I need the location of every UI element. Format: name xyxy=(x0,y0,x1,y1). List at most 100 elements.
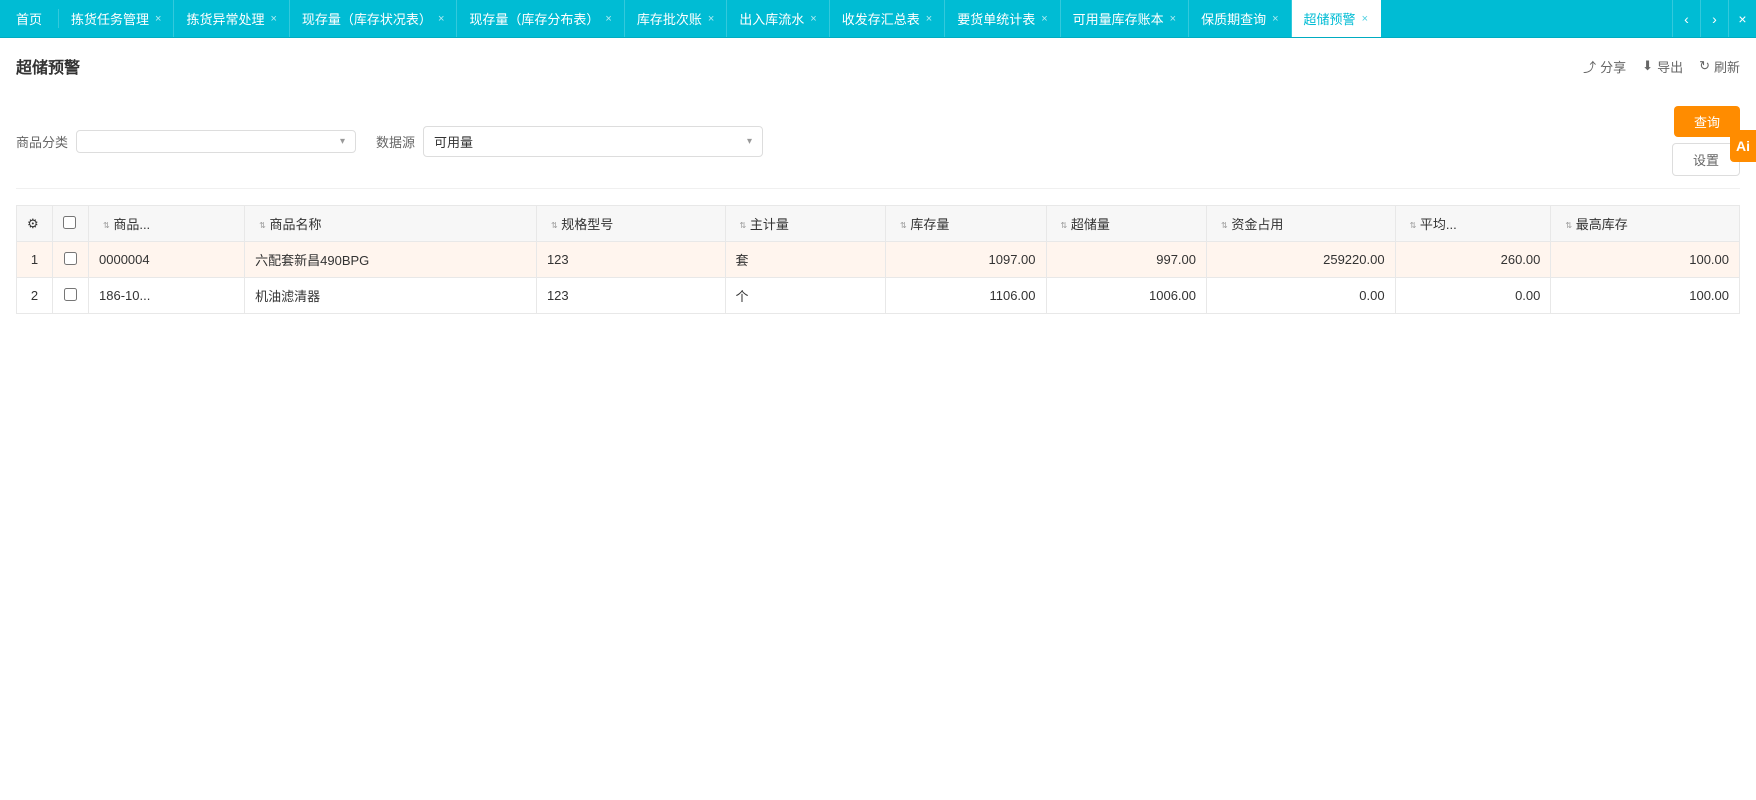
share-action[interactable]: ⤴ 分享 xyxy=(1583,57,1626,76)
tab-保质期查询[interactable]: 保质期查询 × xyxy=(1189,0,1291,38)
datasource-label: 数据源 xyxy=(376,132,415,151)
product-code-1: 0000004 xyxy=(89,242,245,278)
product-name-1: 六配套新昌490BPG xyxy=(245,242,537,278)
th-product-code[interactable]: ⇅ 商品... xyxy=(89,206,245,242)
datasource-filter-group: 数据源 可用量 ▾ xyxy=(376,126,763,157)
tab-可用量库存账本[interactable]: 可用量库存账本 × xyxy=(1061,0,1189,38)
th-product-name[interactable]: ⇅ 商品名称 xyxy=(245,206,537,242)
product-name-2: 机油滤清器 xyxy=(245,278,537,314)
th-max-stock[interactable]: ⇅ 最高库存 xyxy=(1551,206,1740,242)
close-tab-11[interactable]: × xyxy=(1362,13,1368,25)
gear-icon: ⚙ xyxy=(27,216,39,231)
tab-要货单统计表[interactable]: 要货单统计表 × xyxy=(945,0,1060,38)
capital-1: 259220.00 xyxy=(1207,242,1396,278)
th-unit[interactable]: ⇅ 主计量 xyxy=(725,206,886,242)
row-2-checkbox[interactable] xyxy=(64,288,77,301)
tab-收发存汇总表[interactable]: 收发存汇总表 × xyxy=(830,0,945,38)
row-1-checkbox[interactable] xyxy=(64,252,77,265)
max-stock-2: 100.00 xyxy=(1551,278,1740,314)
category-chevron-icon: ▾ xyxy=(340,136,345,147)
th-product-name-sort-icon: ⇅ xyxy=(259,222,266,230)
datasource-select[interactable]: 可用量 ▾ xyxy=(423,126,763,157)
table-row: 2 186-10... 机油滤清器 123 个 1106.00 1006.00 … xyxy=(17,278,1740,314)
row-num-1: 1 xyxy=(17,242,53,278)
th-avg[interactable]: ⇅ 平均... xyxy=(1395,206,1551,242)
export-icon: ⬇ xyxy=(1642,58,1653,74)
close-tab-8[interactable]: × xyxy=(1041,13,1047,25)
row-checkbox-2[interactable] xyxy=(53,278,89,314)
stock-1: 1097.00 xyxy=(886,242,1047,278)
row-num-2: 2 xyxy=(17,278,53,314)
spec-2: 123 xyxy=(536,278,725,314)
overstock-1: 997.00 xyxy=(1046,242,1207,278)
close-tab-7[interactable]: × xyxy=(926,13,932,25)
category-filter-group: 商品分类 ▾ xyxy=(16,130,356,153)
tab-现存量库存分布表[interactable]: 现存量（库存分布表） × xyxy=(457,0,624,38)
close-tab-6[interactable]: × xyxy=(810,13,816,25)
unit-1: 套 xyxy=(725,242,886,278)
avg-1: 260.00 xyxy=(1395,242,1551,278)
th-stock[interactable]: ⇅ 库存量 xyxy=(886,206,1047,242)
share-icon: ⤴ xyxy=(1583,57,1596,76)
th-spec[interactable]: ⇅ 规格型号 xyxy=(536,206,725,242)
refresh-action[interactable]: ↻ 刷新 xyxy=(1699,57,1740,76)
datasource-value: 可用量 xyxy=(434,132,473,151)
close-tab-3[interactable]: × xyxy=(438,13,444,25)
capital-2: 0.00 xyxy=(1207,278,1396,314)
header-actions: ⤴ 分享 ⬇ 导出 ↻ 刷新 xyxy=(1583,57,1740,76)
row-checkbox-1[interactable] xyxy=(53,242,89,278)
th-capital-sort-icon: ⇅ xyxy=(1221,222,1228,230)
nav-home[interactable]: 首页 xyxy=(0,9,59,28)
th-overstock[interactable]: ⇅ 超储量 xyxy=(1046,206,1207,242)
max-stock-1: 100.00 xyxy=(1551,242,1740,278)
tab-超储预警[interactable]: 超储预警 × xyxy=(1292,0,1381,38)
stock-2: 1106.00 xyxy=(886,278,1047,314)
th-spec-sort-icon: ⇅ xyxy=(551,222,558,230)
table-header: ⚙ ⇅ 商品... ⇅ 商品名称 ⇅ 规格型号 ⇅ xyxy=(17,206,1740,242)
top-nav: 首页 拣货任务管理 × 拣货异常处理 × 现存量（库存状况表） × 现存量（库存… xyxy=(0,0,1756,38)
th-max-stock-sort-icon: ⇅ xyxy=(1565,222,1572,230)
refresh-icon: ↻ xyxy=(1699,58,1710,74)
overstock-2: 1006.00 xyxy=(1046,278,1207,314)
ai-badge[interactable]: Ai xyxy=(1730,130,1756,162)
th-stock-sort-icon: ⇅ xyxy=(900,222,907,230)
close-tab-4[interactable]: × xyxy=(605,13,611,25)
nav-arrow-menu[interactable]: × xyxy=(1728,0,1756,38)
th-avg-sort-icon: ⇅ xyxy=(1410,222,1417,230)
close-tab-9[interactable]: × xyxy=(1170,13,1176,25)
filter-bar: 商品分类 ▾ 数据源 可用量 ▾ 查询 设置 xyxy=(16,94,1740,189)
page-header: 超储预警 ⤴ 分享 ⬇ 导出 ↻ 刷新 xyxy=(16,54,1740,78)
th-product-code-sort-icon: ⇅ xyxy=(103,222,110,230)
nav-arrows: ‹ › × xyxy=(1672,0,1756,38)
spec-1: 123 xyxy=(536,242,725,278)
tab-拣货异常处理[interactable]: 拣货异常处理 × xyxy=(174,0,289,38)
data-table: ⚙ ⇅ 商品... ⇅ 商品名称 ⇅ 规格型号 ⇅ xyxy=(16,205,1740,314)
th-unit-sort-icon: ⇅ xyxy=(740,222,747,230)
th-overstock-sort-icon: ⇅ xyxy=(1061,222,1068,230)
nav-arrow-right[interactable]: › xyxy=(1700,0,1728,38)
close-tab-1[interactable]: × xyxy=(155,13,161,25)
export-action[interactable]: ⬇ 导出 xyxy=(1642,57,1683,76)
table-body: 1 0000004 六配套新昌490BPG 123 套 1097.00 997.… xyxy=(17,242,1740,314)
select-all-checkbox[interactable] xyxy=(63,216,76,229)
unit-2: 个 xyxy=(725,278,886,314)
category-select[interactable]: ▾ xyxy=(76,130,356,153)
tab-库存批次账[interactable]: 库存批次账 × xyxy=(625,0,727,38)
page-title: 超储预警 xyxy=(16,54,80,78)
table-row: 1 0000004 六配套新昌490BPG 123 套 1097.00 997.… xyxy=(17,242,1740,278)
th-settings[interactable]: ⚙ xyxy=(17,206,53,242)
avg-2: 0.00 xyxy=(1395,278,1551,314)
tab-现存量库存状况表[interactable]: 现存量（库存状况表） × xyxy=(290,0,457,38)
close-tab-10[interactable]: × xyxy=(1272,13,1278,25)
close-tab-5[interactable]: × xyxy=(708,13,714,25)
th-capital[interactable]: ⇅ 资金占用 xyxy=(1207,206,1396,242)
tab-出入库流水[interactable]: 出入库流水 × xyxy=(727,0,829,38)
category-label: 商品分类 xyxy=(16,132,68,151)
product-code-2: 186-10... xyxy=(89,278,245,314)
datasource-chevron-icon: ▾ xyxy=(747,136,752,147)
close-tab-2[interactable]: × xyxy=(270,13,276,25)
page-content: 超储预警 ⤴ 分享 ⬇ 导出 ↻ 刷新 商品分类 ▾ 数据源 xyxy=(0,38,1756,800)
th-checkbox[interactable] xyxy=(53,206,89,242)
nav-arrow-left[interactable]: ‹ xyxy=(1672,0,1700,38)
tab-拣货任务管理[interactable]: 拣货任务管理 × xyxy=(59,0,174,38)
